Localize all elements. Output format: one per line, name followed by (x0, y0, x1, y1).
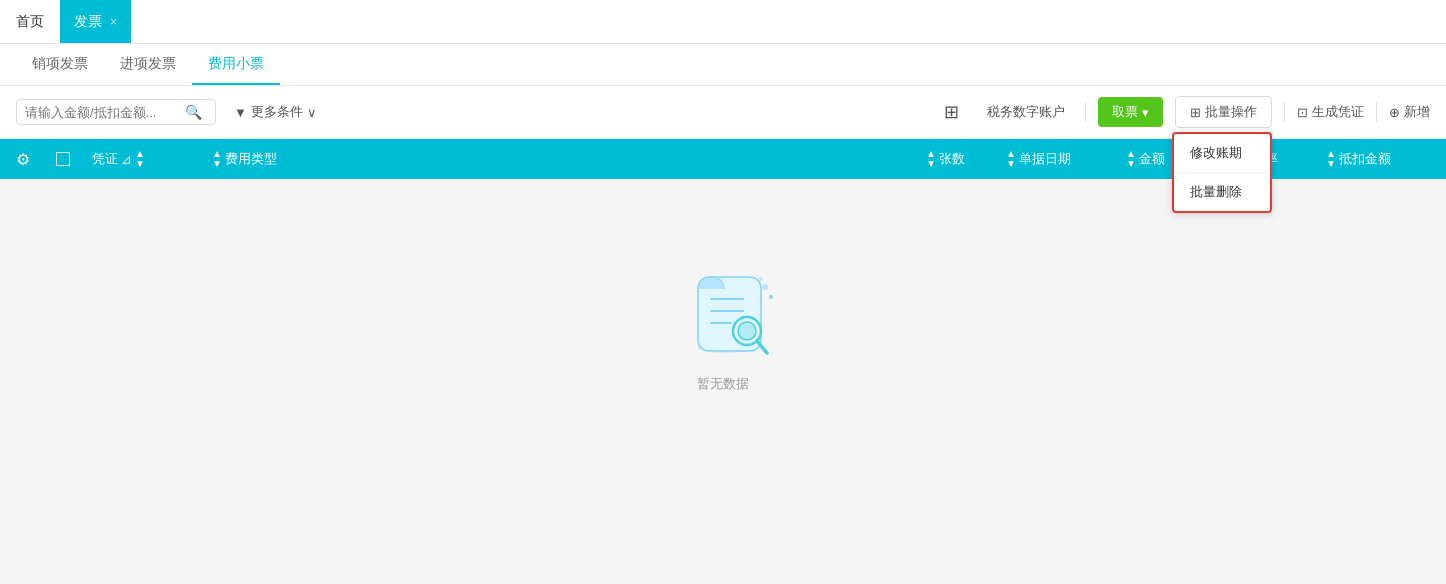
sub-tabs-bar: 销项发票 进项发票 费用小票 (0, 44, 1446, 86)
invoice-tab[interactable]: 发票 × (60, 0, 131, 43)
chevron-down-icon: ▾ (1142, 105, 1149, 120)
batch-op-dropdown-container: ⊞ 批量操作 修改账期 批量删除 (1175, 96, 1272, 128)
amount-sort[interactable]: ▲▼ (1126, 149, 1136, 169)
generate-voucher-icon: ⊡ (1297, 105, 1308, 120)
count-sort[interactable]: ▲▼ (926, 149, 936, 169)
chevron-down-icon: ∨ (307, 105, 317, 120)
home-nav-item[interactable]: 首页 (0, 0, 60, 43)
batch-op-label: 批量操作 (1205, 103, 1257, 121)
qr-icon: ⊞ (944, 101, 959, 123)
th-expense-type[interactable]: ▲▼ 费用类型 (204, 149, 918, 169)
divider-3 (1376, 102, 1377, 122)
generate-voucher-button[interactable]: ⊡ 生成凭证 (1297, 103, 1364, 121)
search-icon[interactable]: 🔍 (185, 104, 202, 120)
empty-text: 暂无数据 (697, 375, 749, 393)
tax-account-button[interactable]: 税务数字账户 (979, 99, 1073, 125)
tab-expense-ticket[interactable]: 费用小票 (192, 44, 280, 85)
svg-point-5 (738, 322, 756, 340)
divider-2 (1284, 102, 1285, 122)
th-deduct-amount[interactable]: ▲▼ 抵扣金额 (1318, 149, 1438, 169)
th-voucher[interactable]: 凭证 ⊿ ▲▼ (84, 149, 204, 169)
invoice-tab-close[interactable]: × (110, 15, 117, 29)
batch-op-button[interactable]: ⊞ 批量操作 (1175, 96, 1272, 128)
take-ticket-button[interactable]: 取票 ▾ (1098, 97, 1163, 127)
settings-icon[interactable]: ⚙ (16, 150, 30, 169)
take-ticket-label: 取票 (1112, 103, 1138, 121)
date-sort[interactable]: ▲▼ (1006, 149, 1016, 169)
search-input[interactable] (25, 105, 185, 120)
voucher-filter-icon: ⊿ (121, 152, 132, 167)
voucher-sort[interactable]: ▲▼ (135, 149, 145, 169)
th-date[interactable]: ▲▼ 单据日期 (998, 149, 1118, 169)
filter-label: 更多条件 (251, 103, 303, 121)
batch-op-menu: 修改账期 批量删除 (1172, 132, 1272, 213)
toolbar-right: ⊞ 税务数字账户 取票 ▾ ⊞ 批量操作 修改账期 批量删除 (936, 96, 1430, 128)
select-all-checkbox[interactable] (56, 152, 70, 166)
th-checkbox (48, 152, 84, 166)
tab-purchase-invoice[interactable]: 进项发票 (104, 44, 192, 85)
divider-1 (1085, 102, 1086, 122)
filter-icon: ▼ (234, 105, 247, 120)
svg-point-7 (762, 284, 768, 290)
add-button[interactable]: ⊕ 新增 (1389, 103, 1430, 121)
invoice-tab-label: 发票 (74, 13, 102, 31)
empty-state: 暂无数据 (0, 179, 1446, 453)
menu-item-batch-delete[interactable]: 批量删除 (1174, 172, 1270, 211)
empty-illustration (673, 259, 773, 359)
menu-item-modify-period[interactable]: 修改账期 (1174, 134, 1270, 172)
svg-point-8 (769, 295, 773, 299)
expense-sort[interactable]: ▲▼ (212, 149, 222, 169)
qr-grid-button[interactable]: ⊞ (936, 97, 967, 127)
tab-sales-invoice[interactable]: 销项发票 (16, 44, 104, 85)
filter-button[interactable]: ▼ 更多条件 ∨ (226, 99, 325, 125)
deduct-amount-sort[interactable]: ▲▼ (1326, 149, 1336, 169)
tax-account-label: 税务数字账户 (987, 103, 1065, 121)
add-icon: ⊕ (1389, 105, 1400, 120)
th-count[interactable]: ▲▼ 张数 (918, 149, 998, 169)
search-box[interactable]: 🔍 (16, 99, 216, 125)
empty-svg-icon (673, 259, 783, 369)
generate-voucher-label: 生成凭证 (1312, 103, 1364, 121)
add-label: 新增 (1404, 103, 1430, 121)
main-toolbar: 🔍 ▼ 更多条件 ∨ ⊞ 税务数字账户 取票 ▾ ⊞ 批量操作 (0, 86, 1446, 139)
svg-point-9 (759, 277, 763, 281)
batch-op-icon: ⊞ (1190, 105, 1201, 120)
th-settings: ⚙ (8, 150, 48, 169)
